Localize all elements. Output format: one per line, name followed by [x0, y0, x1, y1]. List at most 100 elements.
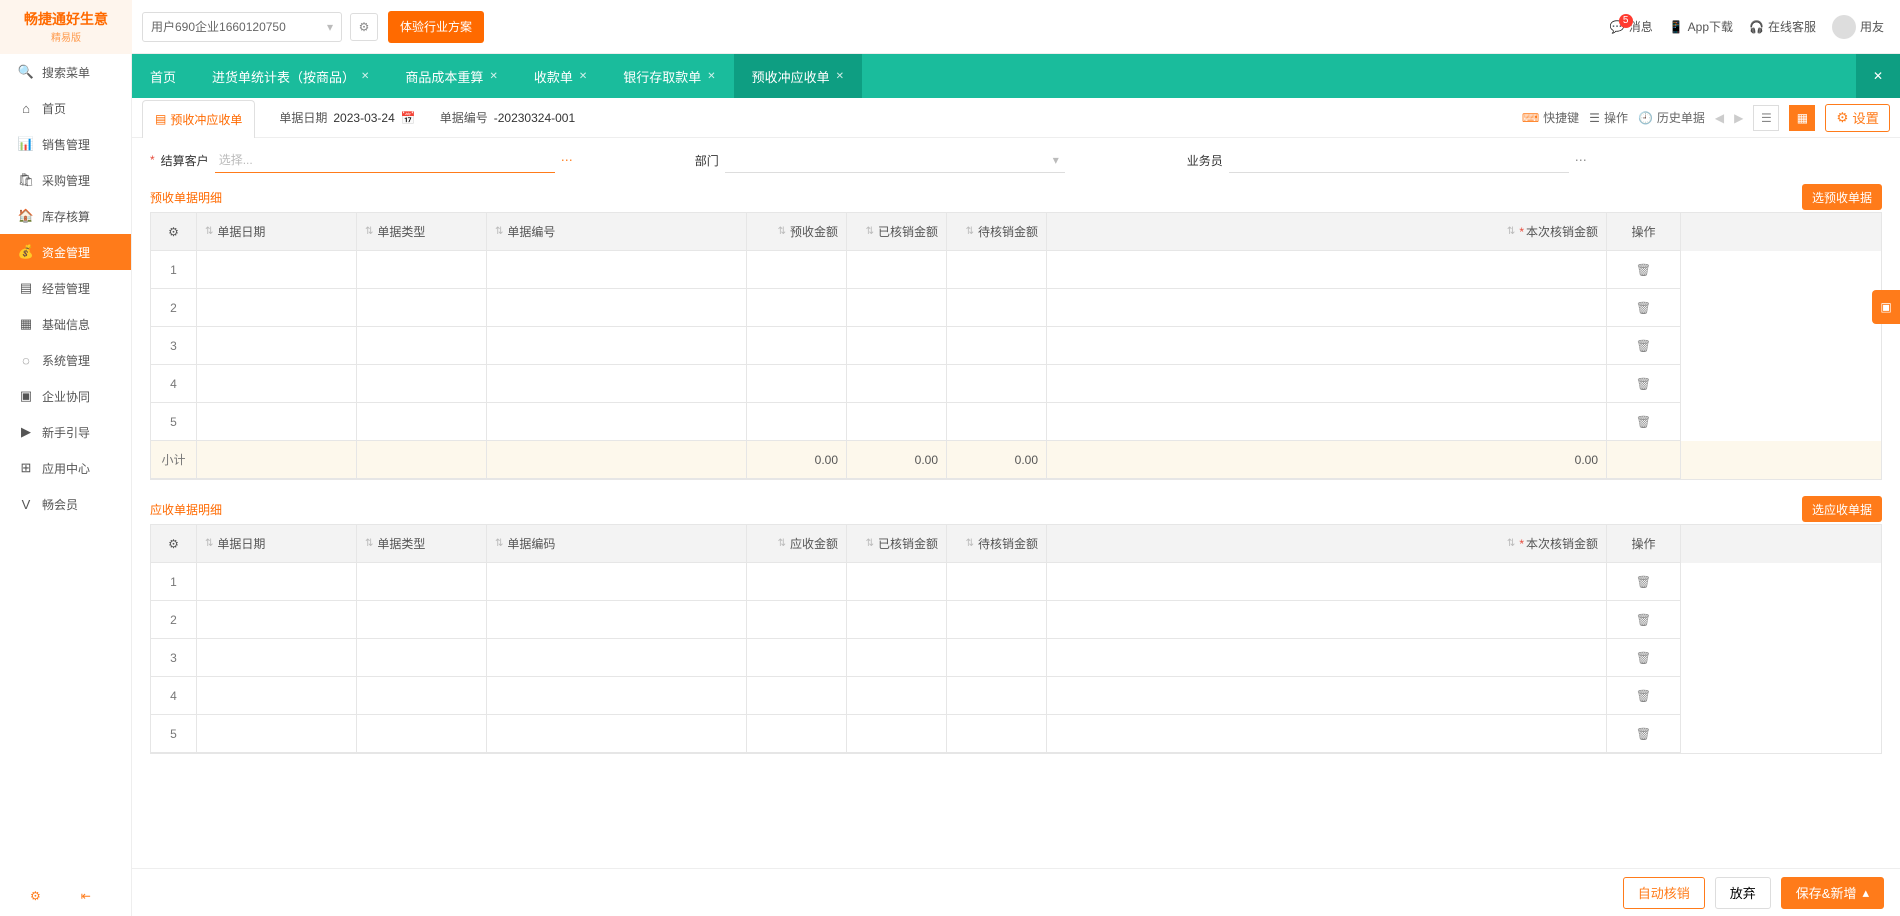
discard-button[interactable]: 放弃 — [1715, 877, 1771, 909]
app-icon: 📱 — [1669, 20, 1684, 34]
settings-button[interactable]: ⚙设置 — [1825, 104, 1890, 132]
staff-input[interactable] — [1229, 147, 1569, 173]
col-date[interactable]: 单据日期 — [197, 213, 357, 251]
select-prepay-button[interactable]: 选预收单据 — [1802, 184, 1882, 210]
row-delete-icon[interactable]: 🗑 — [1607, 677, 1681, 715]
sidebar-collapse-icon[interactable]: ⇤ — [81, 889, 91, 903]
tabs-close-all-icon[interactable]: ✕ — [1856, 54, 1900, 98]
row-delete-icon[interactable]: 🗑 — [1607, 601, 1681, 639]
tab-0[interactable]: 首页 — [132, 54, 194, 98]
industry-solution-button[interactable]: 体验行业方案 — [388, 11, 484, 43]
auto-writeoff-button[interactable]: 自动核销 — [1623, 877, 1705, 909]
sidebar-item-0[interactable]: 🔍搜索菜单 — [0, 54, 131, 90]
company-select[interactable]: 用户690企业1660120750 — [142, 12, 342, 42]
logo-main: 畅捷通好生意 — [24, 9, 108, 29]
tab-5[interactable]: 预收冲应收单 ✕ — [734, 54, 862, 98]
tab-close-icon[interactable]: ✕ — [836, 71, 844, 82]
col-thiswrite[interactable]: 本次核销金额 — [1047, 213, 1607, 251]
sidebar-item-6[interactable]: ▤经营管理 — [0, 270, 131, 306]
sidebar-item-12[interactable]: V畅会员 — [0, 486, 131, 522]
sidebar-item-11[interactable]: ⊞应用中心 — [0, 450, 131, 486]
sidebar-item-10[interactable]: ▶新手引导 — [0, 414, 131, 450]
customer-input[interactable] — [215, 147, 555, 173]
column-settings-icon[interactable]: ⚙ — [151, 525, 197, 563]
table-row[interactable]: 1🗑 — [151, 251, 1881, 289]
user-menu[interactable]: 用友 — [1832, 15, 1884, 39]
table-row[interactable]: 4🗑 — [151, 365, 1881, 403]
col-pending[interactable]: 待核销金额 — [947, 525, 1047, 563]
messages-button[interactable]: 💬 消息 — [1610, 18, 1653, 35]
sidebar-item-7[interactable]: ▦基础信息 — [0, 306, 131, 342]
float-feedback-icon[interactable]: ▣ — [1872, 290, 1900, 324]
dept-input[interactable] — [725, 147, 1065, 173]
company-settings-icon[interactable]: ⚙ — [350, 13, 378, 41]
col-type[interactable]: 单据类型 — [357, 525, 487, 563]
tab-1[interactable]: 进货单统计表（按商品）✕ — [194, 54, 387, 98]
tab-label: 预收冲应收单 — [752, 67, 830, 86]
calendar-icon[interactable]: 📅 — [401, 111, 416, 125]
sidebar-item-8[interactable]: ◌系统管理 — [0, 342, 131, 378]
col-thiswrite[interactable]: 本次核销金额 — [1047, 525, 1607, 563]
tab-close-icon[interactable]: ✕ — [707, 71, 715, 82]
row-delete-icon[interactable]: 🗑 — [1607, 289, 1681, 327]
row-delete-icon[interactable]: 🗑 — [1607, 365, 1681, 403]
tab-close-icon[interactable]: ✕ — [361, 71, 369, 82]
sidebar-label: 搜索菜单 — [42, 64, 90, 81]
view-list-icon[interactable]: ☰ — [1753, 105, 1779, 131]
sidebar-icon: 🛍 — [18, 172, 34, 188]
view-card-icon[interactable]: ▦ — [1789, 105, 1815, 131]
tab-close-icon[interactable]: ✕ — [579, 71, 587, 82]
col-pending[interactable]: 待核销金额 — [947, 213, 1047, 251]
dept-dropdown-icon[interactable]: ▾ — [1053, 153, 1059, 167]
document-tab[interactable]: ▤ 预收冲应收单 — [142, 100, 255, 138]
table-row[interactable]: 4🗑 — [151, 677, 1881, 715]
row-delete-icon[interactable]: 🗑 — [1607, 403, 1681, 441]
sidebar-item-3[interactable]: 🛍采购管理 — [0, 162, 131, 198]
shortcut-button[interactable]: ⌨快捷键 — [1522, 109, 1579, 126]
table-row[interactable]: 5🗑 — [151, 403, 1881, 441]
sidebar-item-9[interactable]: ▣企业协同 — [0, 378, 131, 414]
next-icon[interactable]: ▶ — [1734, 111, 1743, 125]
col-date[interactable]: 单据日期 — [197, 525, 357, 563]
tab-3[interactable]: 收款单✕ — [516, 54, 605, 98]
sidebar-icon: ▶ — [18, 424, 34, 440]
col-code[interactable]: 单据编码 — [487, 525, 747, 563]
save-and-new-button[interactable]: 保存&新增▴ — [1781, 877, 1884, 909]
sidebar-item-4[interactable]: 🏠库存核算 — [0, 198, 131, 234]
row-delete-icon[interactable]: 🗑 — [1607, 639, 1681, 677]
table-row[interactable]: 3🗑 — [151, 327, 1881, 365]
row-delete-icon[interactable]: 🗑 — [1607, 251, 1681, 289]
customer-lookup-icon[interactable]: ⋯ — [561, 153, 573, 167]
table-row[interactable]: 2🗑 — [151, 601, 1881, 639]
app-download-button[interactable]: 📱 App下载 — [1669, 18, 1733, 35]
staff-lookup-icon[interactable]: ⋯ — [1575, 153, 1587, 167]
col-written[interactable]: 已核销金额 — [847, 525, 947, 563]
history-button[interactable]: 🕘历史单据 — [1638, 109, 1705, 126]
row-number: 5 — [151, 715, 197, 753]
tab-close-icon[interactable]: ✕ — [489, 71, 497, 82]
select-receivable-button[interactable]: 选应收单据 — [1802, 496, 1882, 522]
sidebar-item-1[interactable]: ⌂首页 — [0, 90, 131, 126]
row-delete-icon[interactable]: 🗑 — [1607, 715, 1681, 753]
col-prepay[interactable]: 预收金额 — [747, 213, 847, 251]
table-row[interactable]: 2🗑 — [151, 289, 1881, 327]
col-type[interactable]: 单据类型 — [357, 213, 487, 251]
col-code[interactable]: 单据编号 — [487, 213, 747, 251]
col-receivable[interactable]: 应收金额 — [747, 525, 847, 563]
prev-icon[interactable]: ◀ — [1715, 111, 1724, 125]
sidebar-settings-icon[interactable]: ⚙ — [30, 889, 41, 903]
tab-2[interactable]: 商品成本重算✕ — [387, 54, 515, 98]
col-written[interactable]: 已核销金额 — [847, 213, 947, 251]
sidebar-item-5[interactable]: 💰资金管理 — [0, 234, 131, 270]
tab-4[interactable]: 银行存取款单✕ — [605, 54, 733, 98]
column-settings-icon[interactable]: ⚙ — [151, 213, 197, 251]
date-value[interactable]: 2023-03-24 — [333, 111, 394, 125]
sidebar-item-2[interactable]: 📊销售管理 — [0, 126, 131, 162]
row-delete-icon[interactable]: 🗑 — [1607, 327, 1681, 365]
table-row[interactable]: 5🗑 — [151, 715, 1881, 753]
table-row[interactable]: 3🗑 — [151, 639, 1881, 677]
row-delete-icon[interactable]: 🗑 — [1607, 563, 1681, 601]
operate-button[interactable]: ☰操作 — [1589, 109, 1628, 126]
customer-service-button[interactable]: 🎧 在线客服 — [1749, 18, 1816, 35]
table-row[interactable]: 1🗑 — [151, 563, 1881, 601]
